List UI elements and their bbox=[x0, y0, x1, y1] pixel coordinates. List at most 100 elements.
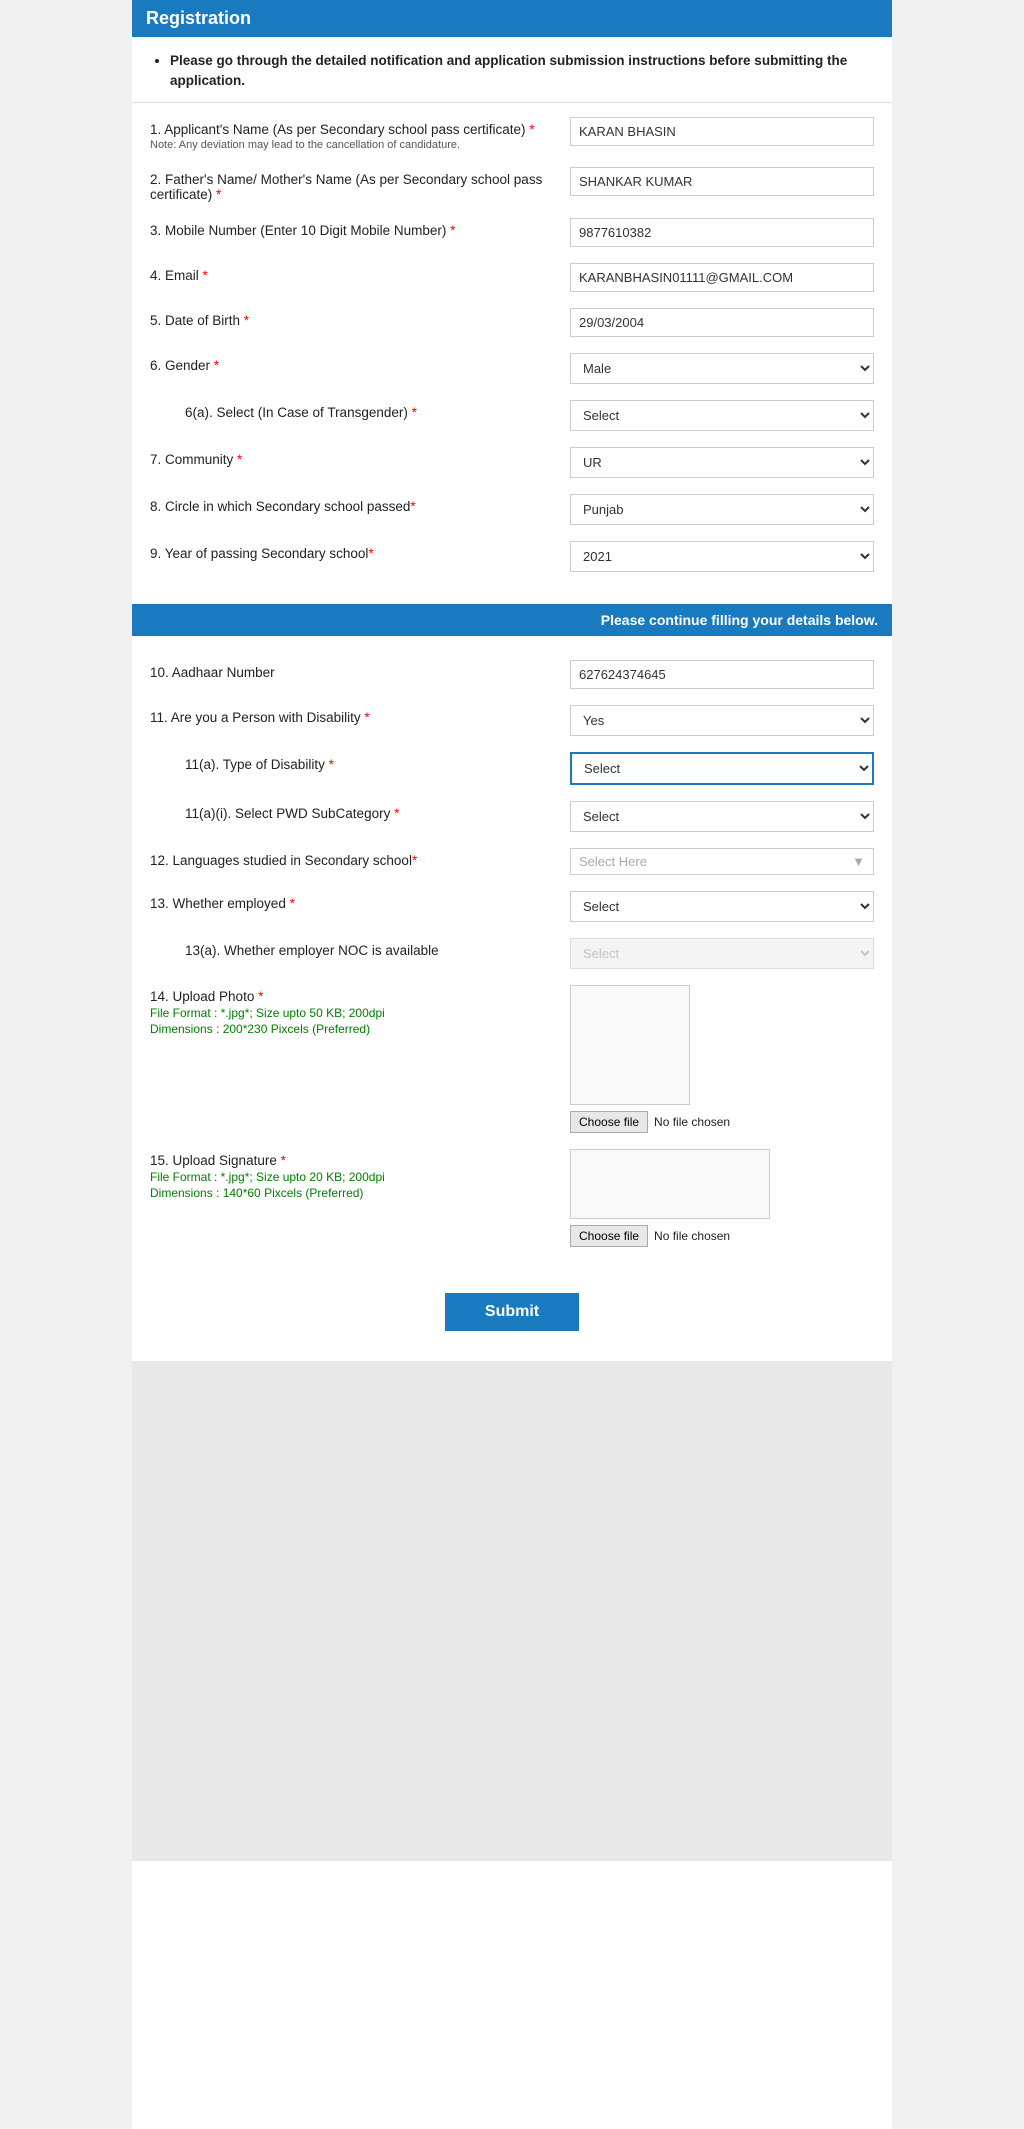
form-row-13: 13. Whether employed * Select Yes No bbox=[150, 887, 874, 926]
input-wrapper-11: Yes No bbox=[570, 705, 874, 736]
form-row-11a: 11(a). Type of Disability * Select bbox=[150, 748, 874, 789]
input-wrapper-6a: Select bbox=[570, 400, 874, 431]
section-divider: Please continue filling your details bel… bbox=[132, 604, 892, 636]
submit-row: Submit bbox=[132, 1269, 892, 1361]
form-row-6a: 6(a). Select (In Case of Transgender) * … bbox=[150, 396, 874, 435]
input-wrapper-15: Choose file No file chosen bbox=[570, 1149, 874, 1247]
label-13: 13. Whether employed * bbox=[150, 891, 570, 911]
input-wrapper-13: Select Yes No bbox=[570, 891, 874, 922]
form-row-7: 7. Community * UR OBC SC ST bbox=[150, 443, 874, 482]
form-row-8: 8. Circle in which Secondary school pass… bbox=[150, 490, 874, 529]
form-row-9: 9. Year of passing Secondary school* 202… bbox=[150, 537, 874, 576]
label-7: 7. Community * bbox=[150, 447, 570, 467]
instruction-text: Please go through the detailed notificat… bbox=[170, 51, 874, 92]
bottom-gray-area bbox=[132, 1361, 892, 1861]
input-wrapper-12: Select Here ▼ bbox=[570, 848, 874, 875]
input-wrapper-5 bbox=[570, 308, 874, 337]
label-11: 11. Are you a Person with Disability * bbox=[150, 705, 570, 725]
input-wrapper-7: UR OBC SC ST bbox=[570, 447, 874, 478]
form-row-10: 10. Aadhaar Number bbox=[150, 656, 874, 693]
label-6: 6. Gender * bbox=[150, 353, 570, 373]
circle-select[interactable]: Punjab Haryana Delhi bbox=[570, 494, 874, 525]
transgender-select[interactable]: Select bbox=[570, 400, 874, 431]
employed-select[interactable]: Select Yes No bbox=[570, 891, 874, 922]
instruction-box: Please go through the detailed notificat… bbox=[132, 37, 892, 103]
mobile-input[interactable] bbox=[570, 218, 874, 247]
pwd-subcategory-select[interactable]: Select bbox=[570, 801, 874, 832]
languages-placeholder: Select Here bbox=[579, 854, 647, 869]
photo-file-format: File Format : *.jpg*; Size upto 50 KB; 2… bbox=[150, 1006, 560, 1020]
input-wrapper-8: Punjab Haryana Delhi bbox=[570, 494, 874, 525]
aadhaar-input[interactable] bbox=[570, 660, 874, 689]
photo-no-file-text: No file chosen bbox=[654, 1115, 730, 1129]
signature-no-file-text: No file chosen bbox=[654, 1229, 730, 1243]
label-10: 10. Aadhaar Number bbox=[150, 660, 570, 680]
signature-choose-file-button[interactable]: Choose file bbox=[570, 1225, 648, 1247]
form-row-4: 4. Email * bbox=[150, 259, 874, 296]
label-13a: 13(a). Whether employer NOC is available bbox=[150, 938, 570, 958]
form-row-14: 14. Upload Photo * File Format : *.jpg*;… bbox=[150, 981, 874, 1137]
required-star: * bbox=[529, 122, 534, 137]
input-wrapper-4 bbox=[570, 263, 874, 292]
form-row-11: 11. Are you a Person with Disability * Y… bbox=[150, 701, 874, 740]
submit-button[interactable]: Submit bbox=[445, 1293, 579, 1331]
signature-file-row: Choose file No file chosen bbox=[570, 1225, 730, 1247]
photo-preview bbox=[570, 985, 690, 1105]
page-wrapper: Registration Please go through the detai… bbox=[132, 0, 892, 2129]
input-wrapper-11a: Select bbox=[570, 752, 874, 785]
languages-multiselect[interactable]: Select Here ▼ bbox=[570, 848, 874, 875]
note-1: Note: Any deviation may lead to the canc… bbox=[150, 139, 560, 151]
label-3: 3. Mobile Number (Enter 10 Digit Mobile … bbox=[150, 218, 570, 238]
label-8: 8. Circle in which Secondary school pass… bbox=[150, 494, 570, 514]
input-wrapper-11ai: Select bbox=[570, 801, 874, 832]
input-wrapper-10 bbox=[570, 660, 874, 689]
form-row-13a: 13(a). Whether employer NOC is available… bbox=[150, 934, 874, 973]
year-select[interactable]: 2021 2020 2019 bbox=[570, 541, 874, 572]
label-1: 1. Applicant's Name (As per Secondary sc… bbox=[150, 117, 570, 151]
input-wrapper-9: 2021 2020 2019 bbox=[570, 541, 874, 572]
form-row-12: 12. Languages studied in Secondary schoo… bbox=[150, 844, 874, 879]
label-11ai: 11(a)(i). Select PWD SubCategory * bbox=[150, 801, 570, 821]
form-row-5: 5. Date of Birth * bbox=[150, 304, 874, 341]
dropdown-arrow-icon: ▼ bbox=[852, 854, 865, 869]
upload-signature-label: 15. Upload Signature * bbox=[150, 1153, 560, 1168]
community-select[interactable]: UR OBC SC ST bbox=[570, 447, 874, 478]
form-section-2: 10. Aadhaar Number 11. Are you a Person … bbox=[132, 646, 892, 1269]
form-section-1: 1. Applicant's Name (As per Secondary sc… bbox=[132, 103, 892, 594]
form-row-1: 1. Applicant's Name (As per Secondary sc… bbox=[150, 113, 874, 155]
form-row-15: 15. Upload Signature * File Format : *.j… bbox=[150, 1145, 874, 1251]
noc-select[interactable]: Select Yes No bbox=[570, 938, 874, 969]
label-2: 2. Father's Name/ Mother's Name (As per … bbox=[150, 167, 570, 202]
form-row-3: 3. Mobile Number (Enter 10 Digit Mobile … bbox=[150, 214, 874, 251]
label-4: 4. Email * bbox=[150, 263, 570, 283]
email-input[interactable] bbox=[570, 263, 874, 292]
photo-file-row: Choose file No file chosen bbox=[570, 1111, 730, 1133]
disability-type-select[interactable]: Select bbox=[570, 752, 874, 785]
label-11a: 11(a). Type of Disability * bbox=[150, 752, 570, 772]
upload-photo-label: 14. Upload Photo * bbox=[150, 989, 560, 1004]
signature-dimensions: Dimensions : 140*60 Pixcels (Preferred) bbox=[150, 1186, 560, 1200]
label-12: 12. Languages studied in Secondary schoo… bbox=[150, 848, 570, 868]
input-wrapper-13a: Select Yes No bbox=[570, 938, 874, 969]
form-row-6: 6. Gender * Male Female Transgender bbox=[150, 349, 874, 388]
photo-choose-file-button[interactable]: Choose file bbox=[570, 1111, 648, 1133]
photo-dimensions: Dimensions : 200*230 Pixcels (Preferred) bbox=[150, 1022, 560, 1036]
input-wrapper-14: Choose file No file chosen bbox=[570, 985, 874, 1133]
signature-preview bbox=[570, 1149, 770, 1219]
label-14: 14. Upload Photo * File Format : *.jpg*;… bbox=[150, 985, 570, 1036]
applicant-name-input[interactable] bbox=[570, 117, 874, 146]
input-wrapper-3 bbox=[570, 218, 874, 247]
father-name-input[interactable] bbox=[570, 167, 874, 196]
signature-upload-area: Choose file No file chosen bbox=[570, 1149, 874, 1247]
label-6a: 6(a). Select (In Case of Transgender) * bbox=[150, 400, 570, 420]
photo-upload-area: Choose file No file chosen bbox=[570, 985, 874, 1133]
label-5: 5. Date of Birth * bbox=[150, 308, 570, 328]
dob-input[interactable] bbox=[570, 308, 874, 337]
pwd-select[interactable]: Yes No bbox=[570, 705, 874, 736]
form-row-11ai: 11(a)(i). Select PWD SubCategory * Selec… bbox=[150, 797, 874, 836]
signature-file-format: File Format : *.jpg*; Size upto 20 KB; 2… bbox=[150, 1170, 560, 1184]
form-row-2: 2. Father's Name/ Mother's Name (As per … bbox=[150, 163, 874, 206]
gender-select[interactable]: Male Female Transgender bbox=[570, 353, 874, 384]
input-wrapper-6: Male Female Transgender bbox=[570, 353, 874, 384]
input-wrapper-1 bbox=[570, 117, 874, 146]
